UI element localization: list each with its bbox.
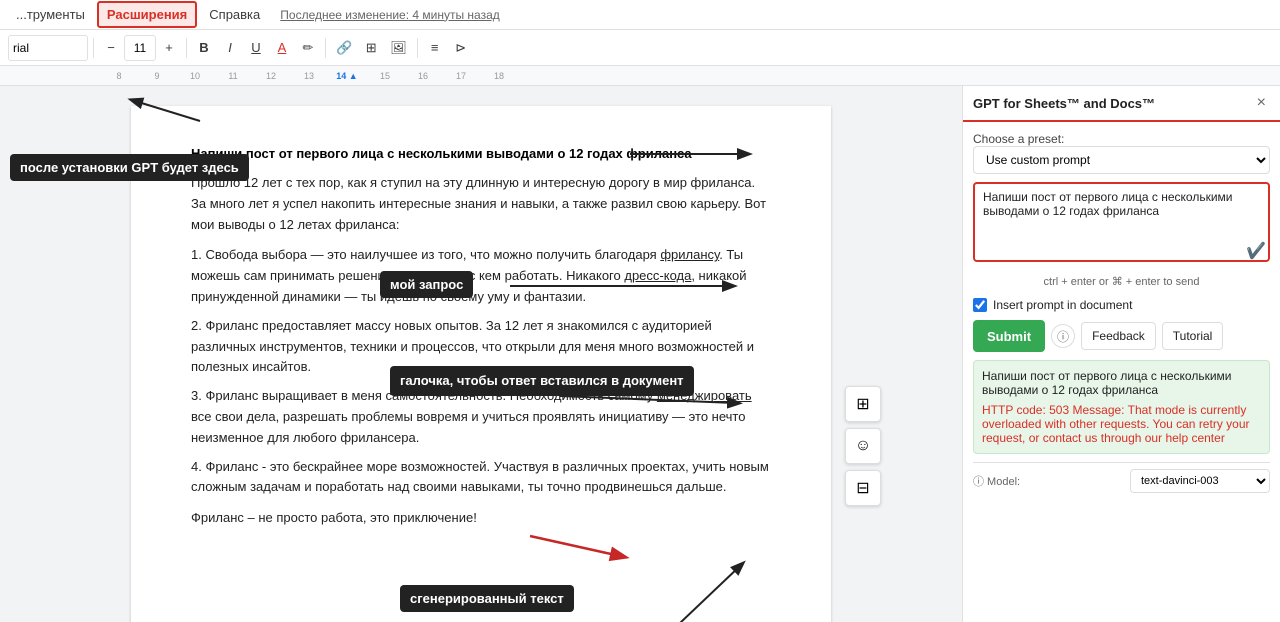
toolbar-divider-1	[93, 38, 94, 58]
action-row: Submit ⓘ Feedback Tutorial	[973, 320, 1270, 352]
insert-label: Insert prompt in document	[993, 298, 1132, 312]
highlight-button[interactable]: ✏	[296, 35, 320, 61]
ruler-mark: 12	[252, 71, 290, 81]
ruler-mark: 14 ▲	[328, 71, 366, 81]
doc-item-1: 1. Свобода выбора — это наилучшее из тог…	[191, 245, 771, 307]
ruler-mark: 9	[138, 71, 176, 81]
bold-button[interactable]: B	[192, 35, 216, 61]
ruler: 8 9 10 11 12 13 14 ▲ 15 16 17 18	[0, 66, 1280, 86]
doc-para-intro: Прошло 12 лет с тех пор, как я ступил на…	[191, 173, 771, 235]
insert-comment-button[interactable]: ⊞	[359, 35, 383, 61]
font-name-input[interactable]	[8, 35, 88, 61]
model-label: ⓘ Model:	[973, 473, 1020, 489]
insert-checkbox[interactable]	[973, 298, 987, 312]
menu-tools[interactable]: ...трументы	[8, 3, 93, 26]
ruler-mark: 17	[442, 71, 480, 81]
preset-section: Choose a preset: Use custom prompt	[973, 132, 1270, 174]
response-area: Напиши пост от первого лица с нескольким…	[973, 360, 1270, 454]
link-button[interactable]: 🔗	[331, 35, 357, 61]
error-text: HTTP code: 503 Message: That mode is cur…	[982, 403, 1261, 445]
align-button[interactable]: ≡	[423, 35, 447, 61]
response-prompt-text: Напиши пост от первого лица с нескольким…	[982, 369, 1261, 397]
panel-header: GPT for Sheets™ and Docs™ ×	[963, 86, 1280, 122]
panel-close-button[interactable]: ×	[1253, 94, 1270, 112]
menu-extensions[interactable]: Расширения	[97, 1, 197, 28]
last-change-text: Последнее изменение: 4 минуты назад	[280, 8, 500, 22]
toolbar-divider-2	[186, 38, 187, 58]
model-select[interactable]: text-davinci-003 gpt-3.5-turbo gpt-4	[1130, 469, 1270, 493]
tutorial-button[interactable]: Tutorial	[1162, 322, 1224, 350]
main-area: Напиши пост от первого лица с нескольким…	[0, 86, 1280, 622]
preset-label: Choose a preset:	[973, 132, 1270, 146]
ruler-mark: 18	[480, 71, 518, 81]
panel-body: Choose a preset: Use custom prompt Напиш…	[963, 122, 1280, 622]
ruler-marks: 8 9 10 11 12 13 14 ▲ 15 16 17 18	[100, 71, 1280, 81]
toolbar-divider-3	[325, 38, 326, 58]
float-btn-grid[interactable]: ⊞	[845, 386, 881, 422]
ruler-mark: 13	[290, 71, 328, 81]
doc-conclusion: Фриланс – не просто работа, это приключе…	[191, 508, 771, 529]
float-btn-expand[interactable]: ⊟	[845, 470, 881, 506]
preset-select[interactable]: Use custom prompt	[973, 146, 1270, 174]
submit-button[interactable]: Submit	[973, 320, 1045, 352]
font-size-input[interactable]	[124, 35, 156, 61]
doc-title: Напиши пост от первого лица с нескольким…	[191, 146, 771, 161]
prompt-wrapper: Напиши пост от первого лица с нескольким…	[973, 182, 1270, 265]
font-name-group	[8, 35, 88, 61]
menu-bar: ...трументы Расширения Справка Последнее…	[0, 0, 1280, 30]
verified-icon: ✔️	[1246, 241, 1266, 261]
font-size-increase[interactable]: +	[157, 35, 181, 61]
text-color-button[interactable]: A	[270, 35, 294, 61]
formatting-toolbar: − + B I U A ✏ 🔗 ⊞ 🖼 ≡ ⊳	[0, 30, 1280, 66]
submit-info-button[interactable]: ⓘ	[1051, 324, 1075, 348]
ruler-mark: 10	[176, 71, 214, 81]
menu-help[interactable]: Справка	[201, 3, 268, 26]
font-size-group: − +	[99, 35, 181, 61]
italic-button[interactable]: I	[218, 35, 242, 61]
insert-row: Insert prompt in document	[973, 298, 1270, 312]
font-size-decrease[interactable]: −	[99, 35, 123, 61]
panel-title: GPT for Sheets™ and Docs™	[973, 96, 1155, 111]
prompt-textarea[interactable]: Напиши пост от первого лица с нескольким…	[973, 182, 1270, 262]
feedback-button[interactable]: Feedback	[1081, 322, 1156, 350]
more-button[interactable]: ⊳	[449, 35, 473, 61]
insert-image-button[interactable]: 🖼	[385, 35, 412, 61]
generated-annotation: сгенерированный текст	[400, 585, 574, 612]
underline-button[interactable]: U	[244, 35, 268, 61]
send-hint: ctrl + enter or ⌘ + enter to send	[973, 273, 1270, 290]
install-annotation: после установки GPT будет здесь	[10, 154, 249, 181]
toolbar-divider-4	[417, 38, 418, 58]
ruler-mark: 15	[366, 71, 404, 81]
document-page: Напиши пост от первого лица с нескольким…	[131, 106, 831, 622]
float-toolbar: ⊞ ☺ ⊟	[845, 386, 881, 506]
ruler-mark: 8	[100, 71, 138, 81]
ruler-mark: 16	[404, 71, 442, 81]
right-panel: GPT for Sheets™ and Docs™ × Choose a pre…	[962, 86, 1280, 622]
float-btn-emoji[interactable]: ☺	[845, 428, 881, 464]
my-request-annotation: мой запрос	[380, 271, 473, 298]
doc-item-4: 4. Фриланс - это бескрайнее море возможн…	[191, 457, 771, 499]
document-area[interactable]: Напиши пост от первого лица с нескольким…	[0, 86, 962, 622]
model-row: ⓘ Model: text-davinci-003 gpt-3.5-turbo …	[973, 462, 1270, 493]
checkbox-annotation: галочка, чтобы ответ вставился в докумен…	[390, 366, 694, 396]
ruler-mark: 11	[214, 71, 252, 81]
